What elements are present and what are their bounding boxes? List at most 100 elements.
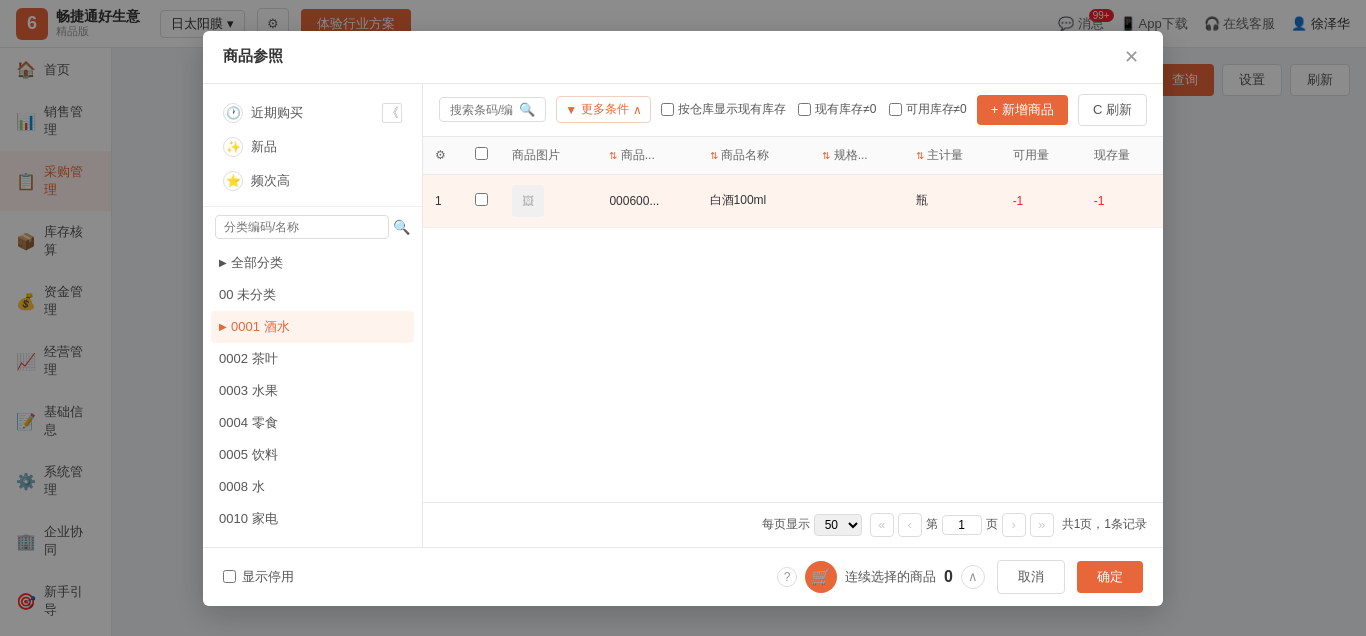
checkbox-stock-input[interactable] [798,103,811,116]
category-0005-code: 0005 [219,447,248,462]
category-0004[interactable]: 0004 零食 [211,407,414,439]
quick-filters: 🕐 近期购买 《 ✨ 新品 ⭐ 频次高 [203,96,422,207]
category-0008-code: 0008 [219,479,248,494]
collapse-button[interactable]: 《 [382,103,402,123]
page-label: 第 [926,516,938,533]
product-table-area: ⚙ 商品图片 ⇅ 商品... ⇅ 商品名称 [423,137,1163,502]
filter-chevron-icon: ∧ [633,103,642,117]
product-table: ⚙ 商品图片 ⇅ 商品... ⇅ 商品名称 [423,137,1163,228]
modal-title: 商品参照 [223,47,283,66]
col-name-sort-icon: ⇅ [710,150,718,161]
checkbox-warehouse-input[interactable] [661,103,674,116]
col-available: 可用量 [1001,137,1082,175]
col-stock: 现存量 [1082,137,1163,175]
checkbox-stock-label: 现有库存≠0 [815,101,876,118]
filter-checkboxes: 按仓库显示现有库存 现有库存≠0 可用库存≠0 [661,101,967,118]
display-disabled-checkbox[interactable] [223,570,236,583]
col-spec[interactable]: ⇅ 规格... [810,137,904,175]
col-unit[interactable]: ⇅ 主计量 [904,137,1001,175]
modal-footer: 显示停用 ? 🛒 连续选择的商品 0 ∧ 取消 确定 [203,547,1163,606]
col-settings: ⚙ [423,137,463,175]
prev-page-button[interactable]: ‹ [898,513,922,537]
toolbar: 🔍 ▼ 更多条件 ∧ 按仓库显示现有库存 现 [423,84,1163,137]
modal-close-button[interactable]: ✕ [1119,45,1143,69]
category-0001-label: 酒水 [264,318,290,336]
cancel-button[interactable]: 取消 [997,560,1065,594]
category-0008[interactable]: 0008 水 [211,471,414,503]
cell-unit: 瓶 [904,174,1001,227]
category-0008-label: 水 [252,478,265,496]
refresh-button[interactable]: C 刷新 [1078,94,1147,126]
last-page-button[interactable]: » [1030,513,1054,537]
checkbox-stock-neq0[interactable]: 现有库存≠0 [798,101,876,118]
category-00-label: 未分类 [237,286,276,304]
quick-filter-new[interactable]: ✨ 新品 [215,130,410,164]
modal-left-panel: 🕐 近期购买 《 ✨ 新品 ⭐ 频次高 🔍 [203,84,423,547]
first-page-button[interactable]: « [870,513,894,537]
product-search-box: 🔍 [439,97,546,122]
next-page-button[interactable]: › [1002,513,1026,537]
page-number-input[interactable] [942,515,982,535]
per-page-label: 每页显示 [762,516,810,533]
cell-stock: -1 [1082,174,1163,227]
col-checkbox [463,137,500,175]
category-search-input[interactable] [215,215,389,239]
col-name[interactable]: ⇅ 商品名称 [698,137,811,175]
continuous-select-label: 连续选择的商品 [845,568,936,586]
checkbox-available-neq0[interactable]: 可用库存≠0 [889,101,967,118]
category-0002-code: 0002 [219,351,248,366]
checkbox-available-input[interactable] [889,103,902,116]
page-input-area: 第 页 [926,515,998,535]
category-0005-label: 饮料 [252,446,278,464]
category-all-label: 全部分类 [231,254,283,272]
col-code[interactable]: ⇅ 商品... [597,137,697,175]
modal-body: 🕐 近期购买 《 ✨ 新品 ⭐ 频次高 🔍 [203,84,1163,547]
category-00[interactable]: 00 未分类 [211,279,414,311]
quick-filter-frequent[interactable]: ⭐ 频次高 [215,164,410,198]
modal-right-panel: 🔍 ▼ 更多条件 ∧ 按仓库显示现有库存 现 [423,84,1163,547]
cart-icon: 🛒 [805,561,837,593]
col-code-sort-icon: ⇅ [609,150,617,161]
page-suffix: 页 [986,516,998,533]
help-icon[interactable]: ? [777,567,797,587]
checkbox-warehouse[interactable]: 按仓库显示现有库存 [661,101,786,118]
category-0003[interactable]: 0003 水果 [211,375,414,407]
category-00-code: 00 [219,287,233,302]
category-0004-label: 零食 [252,414,278,432]
col-unit-sort-icon: ⇅ [916,150,924,161]
select-all-checkbox[interactable] [475,147,488,160]
footer-cart-area: ? 🛒 连续选择的商品 0 ∧ [777,561,985,593]
selected-count: 0 [944,568,953,586]
per-page-select[interactable]: 50 [814,514,862,536]
category-search-icon[interactable]: 🔍 [393,219,410,235]
checkbox-warehouse-label: 按仓库显示现有库存 [678,101,786,118]
confirm-button[interactable]: 确定 [1077,561,1143,593]
quick-filter-recent[interactable]: 🕐 近期购买 《 [215,96,410,130]
add-product-button[interactable]: + 新增商品 [977,95,1068,125]
category-all-arrow: ▶ [219,257,227,268]
cell-name: 白酒100ml [698,174,811,227]
quick-filter-recent-label: 近期购买 [251,104,303,122]
cell-spec [810,174,904,227]
product-search-input[interactable] [450,103,513,117]
category-0005[interactable]: 0005 饮料 [211,439,414,471]
display-disabled-label[interactable]: 显示停用 [223,568,294,586]
more-filter-button[interactable]: ▼ 更多条件 ∧ [556,96,651,123]
category-0010-code: 0010 [219,511,248,526]
category-0003-code: 0003 [219,383,248,398]
new-icon: ✨ [223,137,243,157]
img-placeholder-icon: 🖼 [522,194,534,208]
category-0001-code: 0001 [231,319,260,334]
quick-filter-new-label: 新品 [251,138,277,156]
total-info: 共1页，1条记录 [1062,516,1147,533]
category-0001-arrow: ▶ [219,321,227,332]
category-all[interactable]: ▶ 全部分类 [211,247,414,279]
collapse-cart-button[interactable]: ∧ [961,565,985,589]
table-header-row: ⚙ 商品图片 ⇅ 商品... ⇅ 商品名称 [423,137,1163,175]
category-0010[interactable]: 0010 家电 [211,503,414,535]
category-0001[interactable]: ▶ 0001 酒水 [211,311,414,343]
row-checkbox[interactable] [475,193,488,206]
table-row[interactable]: 1 🖼 000600... 白酒100ml [423,174,1163,227]
cell-code: 000600... [597,174,697,227]
category-0002[interactable]: 0002 茶叶 [211,343,414,375]
